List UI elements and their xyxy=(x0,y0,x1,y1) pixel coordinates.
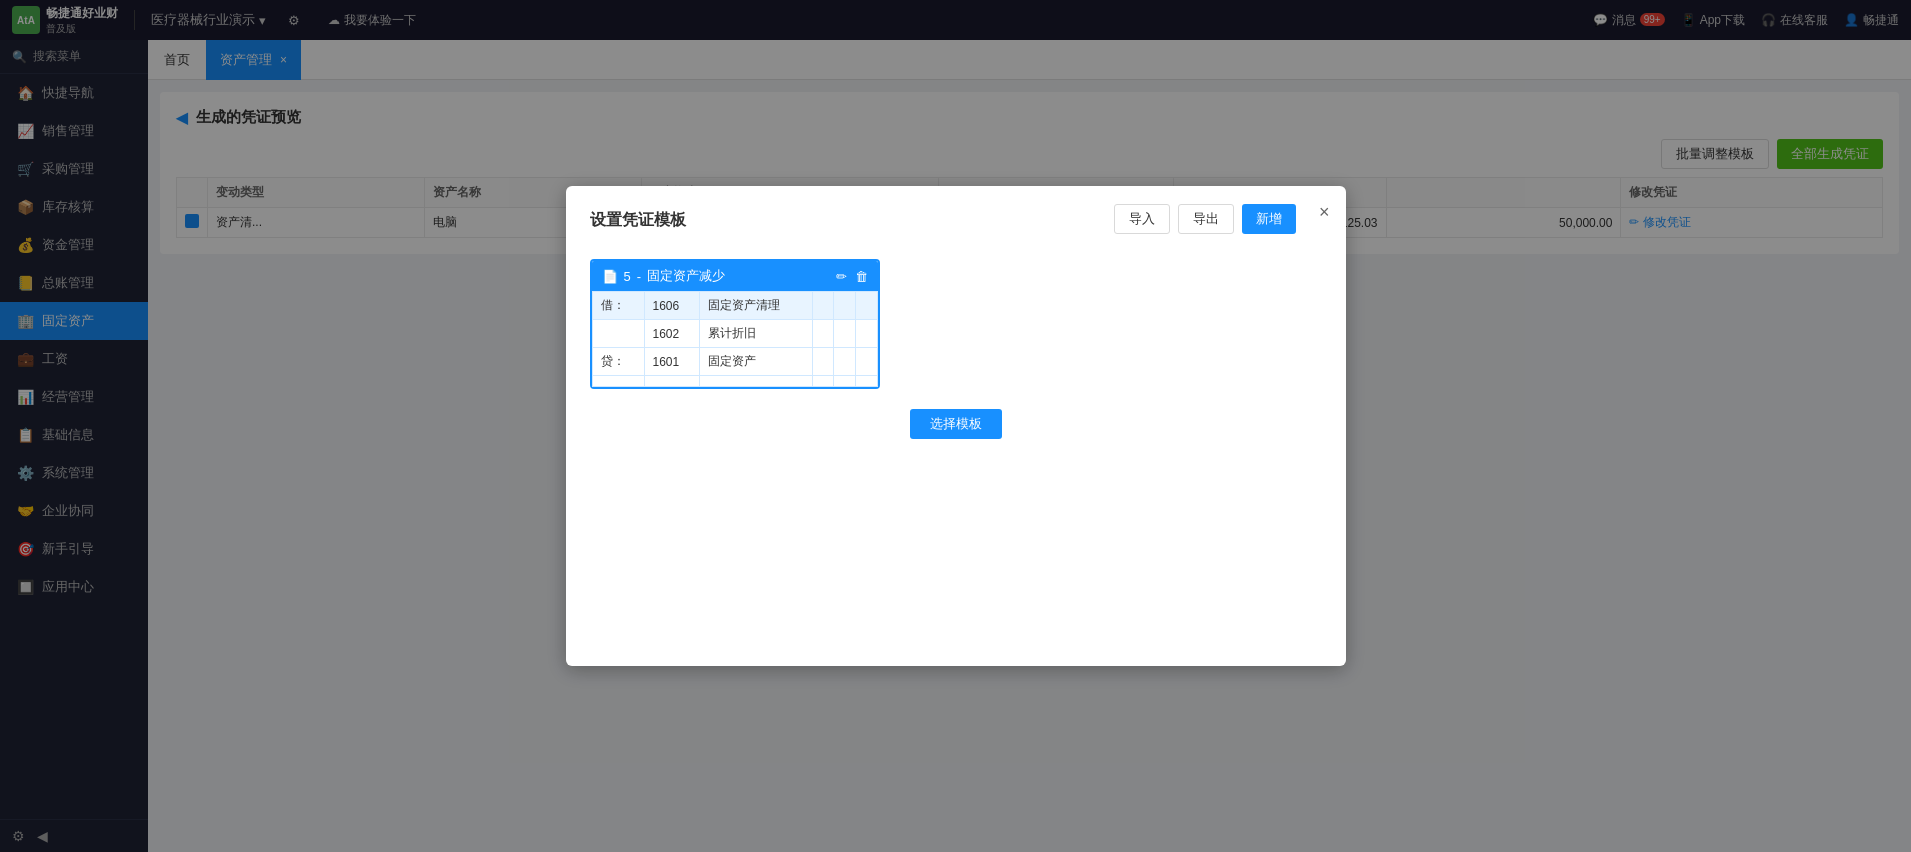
template-cell-col5-1 xyxy=(855,292,877,320)
template-cell-name-2: 累计折旧 xyxy=(699,320,812,348)
template-card: 📄 5 - 固定资产减少 ✏ 🗑 借： 1606 xyxy=(590,259,880,389)
new-template-button[interactable]: 新增 xyxy=(1242,204,1296,234)
template-cell-type-4 xyxy=(592,376,644,387)
template-cell-col5-3 xyxy=(855,348,877,376)
template-row-1: 借： 1606 固定资产清理 xyxy=(592,292,877,320)
modal-body: 📄 5 - 固定资产减少 ✏ 🗑 借： 1606 xyxy=(590,251,1322,439)
template-cell-col4-3 xyxy=(834,348,856,376)
template-dash: - xyxy=(637,269,641,284)
template-cell-type-3: 贷： xyxy=(592,348,644,376)
select-template-area: 选择模板 xyxy=(590,409,1322,439)
template-doc-icon: 📄 xyxy=(602,269,618,284)
template-cell-col5-4 xyxy=(855,376,877,387)
import-button[interactable]: 导入 xyxy=(1114,204,1170,234)
modal-toolbar: 导入 导出 新增 xyxy=(1114,204,1296,234)
template-header-left: 📄 5 - 固定资产减少 xyxy=(602,267,726,285)
template-cell-type-2 xyxy=(592,320,644,348)
template-cell-name-4 xyxy=(699,376,812,387)
template-cell-col3-3 xyxy=(812,348,834,376)
template-header-actions: ✏ 🗑 xyxy=(836,269,868,284)
template-cell-col4-4 xyxy=(834,376,856,387)
export-button[interactable]: 导出 xyxy=(1178,204,1234,234)
template-cell-col3-2 xyxy=(812,320,834,348)
voucher-template-modal: 设置凭证模板 导入 导出 新增 × 📄 5 - 固定资产减少 ✏ 🗑 xyxy=(566,186,1346,666)
template-cell-col3-1 xyxy=(812,292,834,320)
template-cell-type-1: 借： xyxy=(592,292,644,320)
modal-overlay: 设置凭证模板 导入 导出 新增 × 📄 5 - 固定资产减少 ✏ 🗑 xyxy=(0,0,1911,852)
template-cell-col4-2 xyxy=(834,320,856,348)
select-template-button[interactable]: 选择模板 xyxy=(910,409,1002,439)
template-header: 📄 5 - 固定资产减少 ✏ 🗑 xyxy=(592,261,878,291)
template-cell-code-3: 1601 xyxy=(644,348,699,376)
template-cell-code-4 xyxy=(644,376,699,387)
modal-close-button[interactable]: × xyxy=(1319,202,1330,223)
template-cell-code-1: 1606 xyxy=(644,292,699,320)
template-cell-col3-4 xyxy=(812,376,834,387)
template-cell-code-2: 1602 xyxy=(644,320,699,348)
template-cell-col4-1 xyxy=(834,292,856,320)
template-cell-name-3: 固定资产 xyxy=(699,348,812,376)
template-row-2: 1602 累计折旧 xyxy=(592,320,877,348)
template-edit-icon[interactable]: ✏ xyxy=(836,269,847,284)
template-row-3: 贷： 1601 固定资产 xyxy=(592,348,877,376)
template-delete-icon[interactable]: 🗑 xyxy=(855,269,868,284)
template-table: 借： 1606 固定资产清理 1602 累计折旧 xyxy=(592,291,878,387)
template-row-4 xyxy=(592,376,877,387)
template-cell-col5-2 xyxy=(855,320,877,348)
template-name: 固定资产减少 xyxy=(647,267,725,285)
template-cell-name-1: 固定资产清理 xyxy=(699,292,812,320)
template-id: 5 xyxy=(624,269,631,284)
